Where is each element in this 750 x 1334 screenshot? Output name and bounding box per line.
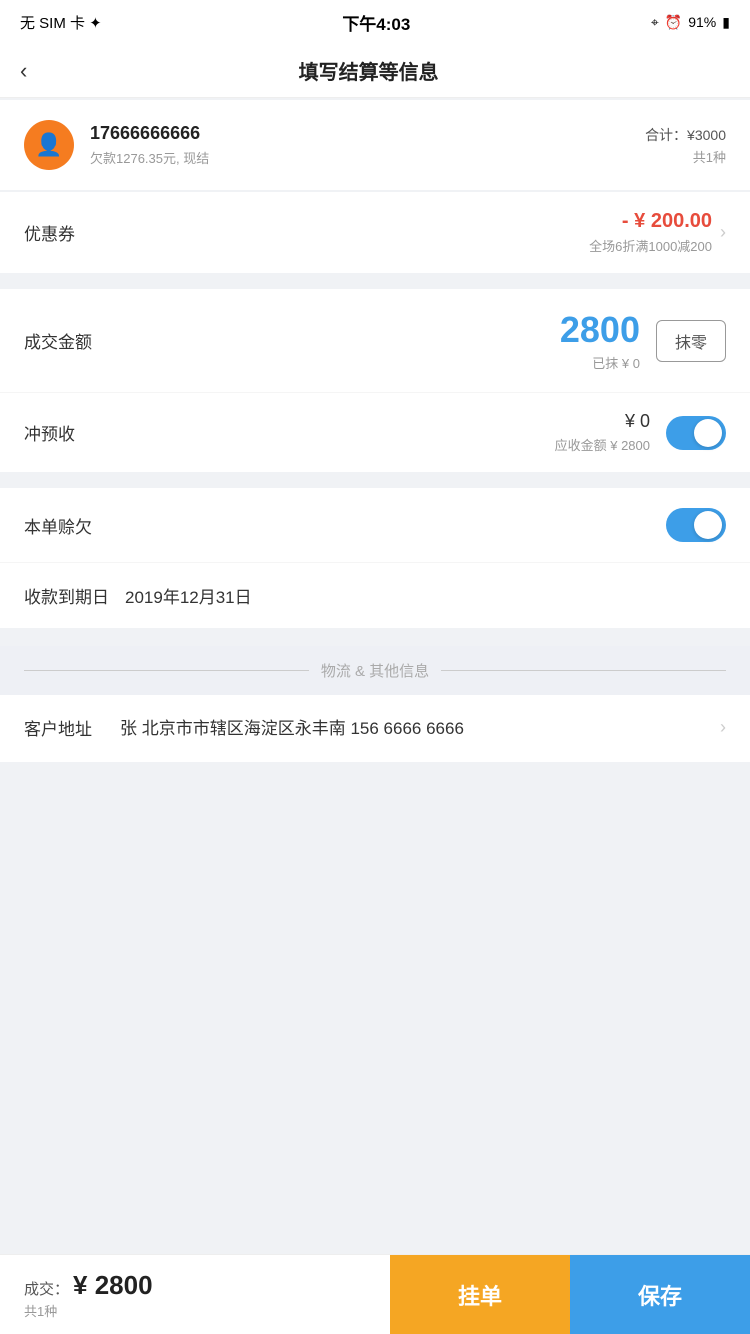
- logistics-divider: 物流 & 其他信息: [0, 646, 750, 695]
- date-label: 收款到期日: [24, 583, 109, 608]
- coupon-detail: 全场6折满1000减200: [589, 236, 712, 255]
- customer-phone: 17666666666: [90, 123, 209, 144]
- customer-left: 👤 17666666666 欠款1276.35元, 现结: [24, 120, 209, 170]
- save-button[interactable]: 保存: [570, 1255, 750, 1334]
- separator-1: [0, 273, 750, 289]
- chong-section: 冲预收 ¥ 0 应收金额 ¥ 2800: [0, 392, 750, 472]
- ben-section-wrapper: 本单赊欠 收款到期日 2019年12月31日: [0, 488, 750, 628]
- sim-label: 无 SIM 卡 ✦: [20, 12, 102, 33]
- page-title: 填写结算等信息: [47, 56, 690, 85]
- logistics-text: 物流 & 其他信息: [321, 660, 429, 681]
- address-label: 客户地址: [24, 715, 104, 740]
- coupon-section[interactable]: 优惠券 - ¥ 200.00 全场6折满1000减200 ›: [0, 192, 750, 273]
- coupon-arrow-icon: ›: [720, 222, 726, 243]
- deal-amount-value: 2800: [560, 309, 640, 351]
- alarm-icon: ⏰: [665, 14, 682, 31]
- address-value: 张 北京市市辖区海淀区永丰南 156 6666 6666: [120, 715, 704, 742]
- deal-amount-sub: 已抹 ¥ 0: [560, 353, 640, 372]
- deal-amount-value-group: 2800 已抹 ¥ 0: [560, 309, 640, 372]
- chong-label: 冲预收: [24, 420, 75, 445]
- bottom-bar: 成交： ¥ 2800 共1种 挂单 保存: [0, 1254, 750, 1334]
- back-button[interactable]: ‹: [20, 58, 27, 84]
- status-right: ⌖ ⏰ 91% ▮: [651, 14, 730, 31]
- chong-row: 冲预收 ¥ 0 应收金额 ¥ 2800: [0, 392, 750, 472]
- separator-2: [0, 472, 750, 488]
- customer-info: 17666666666 欠款1276.35元, 现结: [90, 123, 209, 167]
- date-row: 收款到期日 2019年12月31日: [0, 562, 750, 628]
- chong-amount: ¥ 0: [555, 411, 650, 432]
- coupon-discount: - ¥ 200.00: [589, 210, 712, 233]
- status-time: 下午4:03: [342, 10, 410, 35]
- deal-amount-section: 成交金额 2800 已抹 ¥ 0 抹零: [0, 289, 750, 392]
- date-value: 2019年12月31日: [125, 583, 252, 608]
- ben-toggle[interactable]: [666, 508, 726, 542]
- chong-toggle[interactable]: [666, 416, 726, 450]
- chong-right: ¥ 0 应收金额 ¥ 2800: [555, 411, 650, 454]
- deal-amount-row: 成交金额 2800 已抹 ¥ 0 抹零: [0, 289, 750, 392]
- customer-section: 👤 17666666666 欠款1276.35元, 现结 合计：¥3000 共1…: [0, 100, 750, 190]
- summary-amount: ¥ 2800: [73, 1270, 153, 1301]
- bottom-summary: 成交： ¥ 2800 共1种: [0, 1270, 390, 1320]
- deal-amount-label: 成交金额: [24, 328, 92, 353]
- ben-label: 本单赊欠: [24, 513, 92, 538]
- summary-label: 成交：: [24, 1278, 69, 1299]
- total-count: 共1种: [645, 147, 726, 166]
- deal-amount-right: 2800 已抹 ¥ 0 抹零: [560, 309, 726, 372]
- nav-bar: ‹ 填写结算等信息: [0, 44, 750, 98]
- coupon-right: - ¥ 200.00 全场6折满1000减200: [589, 210, 712, 255]
- status-bar: 无 SIM 卡 ✦ 下午4:03 ⌖ ⏰ 91% ▮: [0, 0, 750, 44]
- summary-count: 共1种: [24, 1301, 366, 1320]
- hang-button[interactable]: 挂单: [390, 1255, 570, 1334]
- status-left: 无 SIM 卡 ✦: [20, 12, 102, 33]
- customer-debt: 欠款1276.35元, 现结: [90, 148, 209, 167]
- battery-icon: ▮: [722, 14, 730, 31]
- ben-row: 本单赊欠: [0, 488, 750, 562]
- battery-level: 91%: [688, 14, 716, 30]
- address-section[interactable]: 客户地址 张 北京市市辖区海淀区永丰南 156 6666 6666 ›: [0, 695, 750, 762]
- avatar: 👤: [24, 120, 74, 170]
- round-button[interactable]: 抹零: [656, 320, 726, 362]
- logistics-line-left: [24, 670, 309, 671]
- customer-total: 合计：¥3000 共1种: [645, 125, 726, 166]
- logistics-line-right: [441, 670, 726, 671]
- coupon-label: 优惠券: [24, 220, 75, 245]
- chong-sub: 应收金额 ¥ 2800: [555, 435, 650, 454]
- address-arrow-icon: ›: [720, 717, 726, 738]
- total-label: 合计：¥3000: [645, 125, 726, 145]
- separator-3: [0, 628, 750, 644]
- location-icon: ⌖: [651, 14, 659, 31]
- bottom-spacer: [0, 762, 750, 882]
